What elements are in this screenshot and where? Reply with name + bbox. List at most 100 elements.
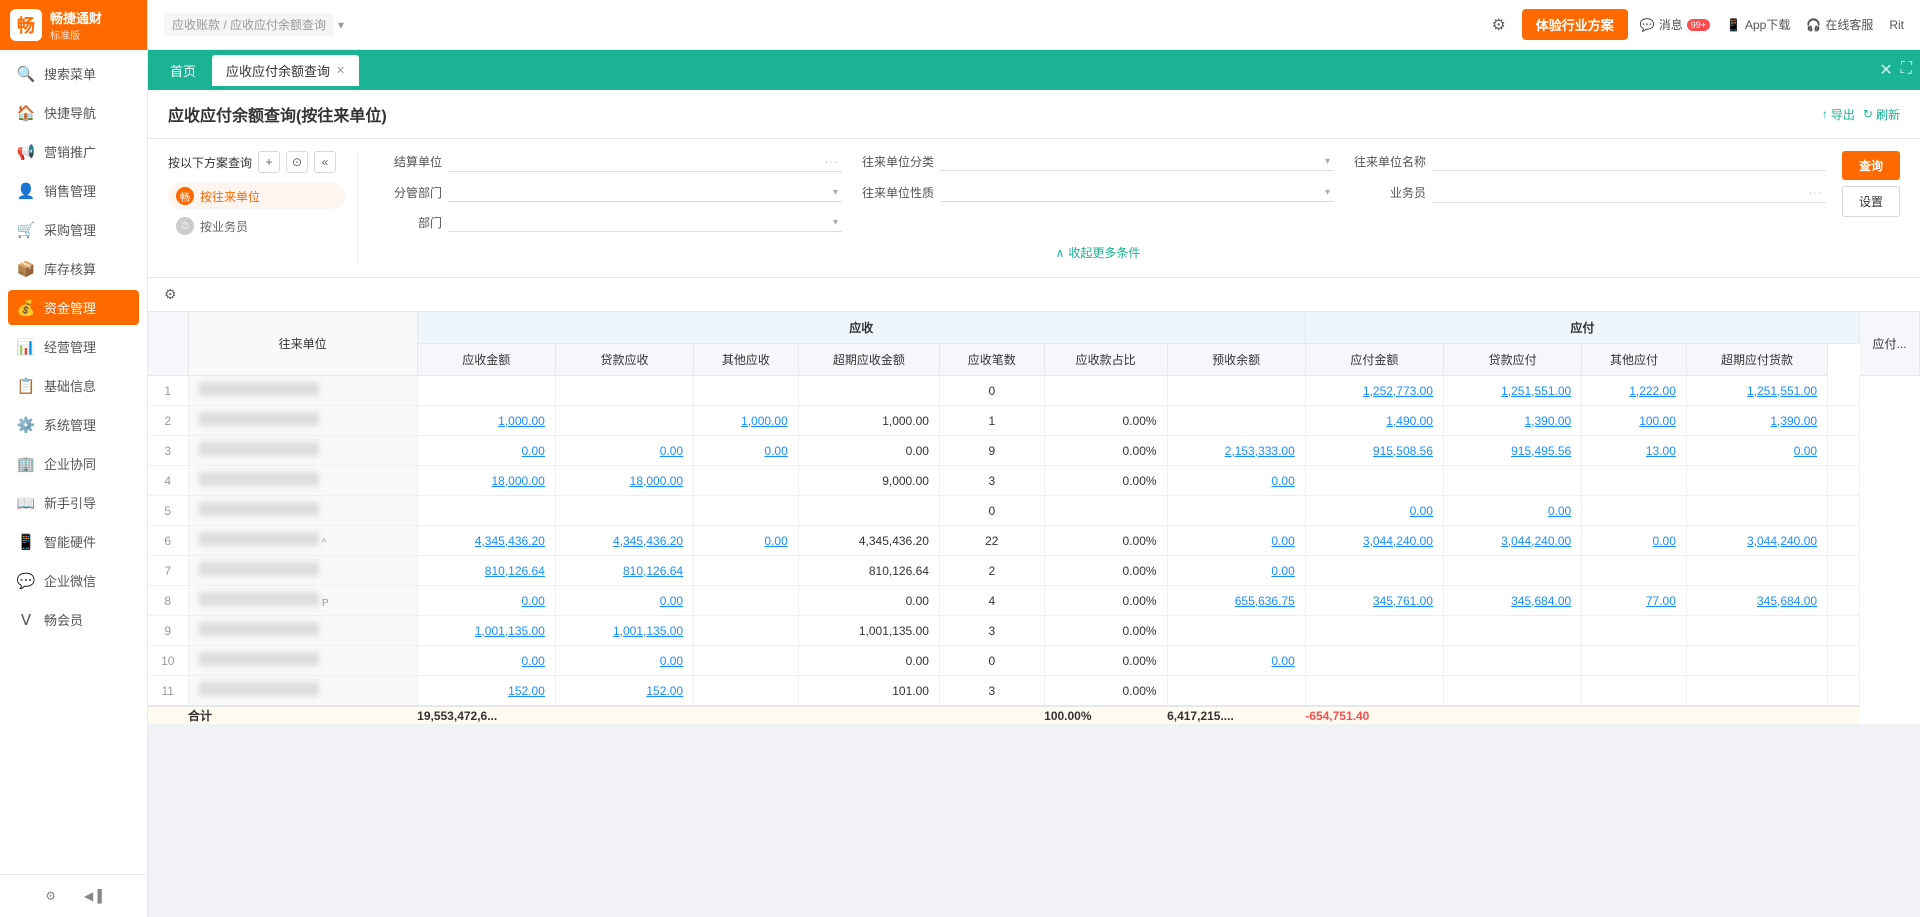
cell-ap-other[interactable] [1582, 496, 1687, 526]
cell-ap-amount[interactable]: 0.00 [1305, 496, 1443, 526]
tab-ar-query[interactable]: 应收应付余额查询 ✕ [212, 55, 359, 86]
cell-ar-other[interactable] [694, 676, 799, 707]
division-dept-field[interactable] [452, 185, 833, 199]
cell-ar-loan[interactable]: 1,001,135.00 [555, 616, 693, 646]
partner-nature-input[interactable]: ▾ [940, 183, 1334, 202]
cell-ar-loan[interactable]: 4,345,436.20 [555, 526, 693, 556]
partner-category-input[interactable]: ▾ [940, 152, 1334, 171]
division-dept-input[interactable]: ▾ [448, 183, 842, 202]
cell-ar-loan[interactable]: 0.00 [555, 646, 693, 676]
cell-ap-amount[interactable]: 345,761.00 [1305, 586, 1443, 616]
cell-ap-loan[interactable]: 3,044,240.00 [1443, 526, 1581, 556]
cell-ar-other[interactable] [694, 496, 799, 526]
partner-category-field[interactable] [944, 154, 1325, 168]
dept-input[interactable]: ▾ [448, 213, 842, 232]
cell-ar-amount[interactable]: 1,001,135.00 [417, 616, 555, 646]
dept-field[interactable] [452, 215, 833, 229]
cell-ar-prepay[interactable] [1167, 496, 1305, 526]
query-button[interactable]: 查询 [1842, 151, 1900, 180]
cell-ap-amount[interactable] [1305, 466, 1443, 496]
cell-ap-other[interactable] [1582, 556, 1687, 586]
cell-ap-overdue[interactable] [1686, 466, 1827, 496]
sidebar-item-weixin[interactable]: 💬 企业微信 [0, 561, 147, 600]
cell-ar-prepay[interactable]: 0.00 [1167, 526, 1305, 556]
cell-ap-overdue[interactable]: 0.00 [1686, 436, 1827, 466]
cell-ap-amount[interactable]: 1,490.00 [1305, 406, 1443, 436]
cell-ap-amount[interactable]: 3,044,240.00 [1305, 526, 1443, 556]
cell-ap-loan[interactable] [1443, 616, 1581, 646]
scheme-by-partner[interactable]: 畅 按往来单位 [168, 183, 345, 209]
cell-ap-other[interactable]: 13.00 [1582, 436, 1687, 466]
cell-ap-overdue[interactable] [1686, 556, 1827, 586]
cell-ap-overdue[interactable]: 3,044,240.00 [1686, 526, 1827, 556]
tab-home[interactable]: 首页 [156, 55, 210, 86]
refresh-button[interactable]: ↻ 刷新 [1863, 106, 1900, 123]
cell-ap-other[interactable]: 1,222.00 [1582, 376, 1687, 406]
footer-ar-amount[interactable]: 19,553,472,6... [417, 706, 555, 724]
cell-ar-other[interactable] [694, 376, 799, 406]
cell-ap-loan[interactable] [1443, 646, 1581, 676]
cell-ar-amount[interactable]: 152.00 [417, 676, 555, 707]
tabbar-expand-btn[interactable]: ⛶ [1901, 60, 1912, 80]
cell-ar-prepay[interactable]: 0.00 [1167, 466, 1305, 496]
cell-ap-amount[interactable]: 1,252,773.00 [1305, 376, 1443, 406]
online-service-button[interactable]: 🎧 在线客服 [1806, 16, 1873, 33]
promo-button[interactable]: 体验行业方案 [1522, 9, 1628, 40]
sidebar-item-finance[interactable]: 💰 资金管理 [8, 290, 139, 325]
cell-ap-loan[interactable] [1443, 676, 1581, 707]
partner-name-field[interactable] [1436, 154, 1822, 168]
message-button[interactable]: 💬 消息 99+ [1640, 16, 1710, 33]
cell-ar-prepay[interactable] [1167, 406, 1305, 436]
cell-ap-loan[interactable]: 915,495.56 [1443, 436, 1581, 466]
jiesuan-field[interactable] [452, 154, 824, 168]
sidebar-collapse-btn[interactable]: ◀▐ [74, 883, 112, 909]
cell-ap-amount[interactable] [1305, 616, 1443, 646]
salesperson-field[interactable] [1436, 185, 1808, 199]
table-settings-icon[interactable]: ⚙ [164, 286, 177, 303]
partner-name-input[interactable] [1432, 152, 1826, 171]
cell-ap-loan[interactable]: 1,390.00 [1443, 406, 1581, 436]
cell-ar-amount[interactable]: 18,000.00 [417, 466, 555, 496]
cell-ar-amount[interactable] [417, 496, 555, 526]
cell-ap-other[interactable] [1582, 676, 1687, 707]
export-button[interactable]: ↑ 导出 [1822, 106, 1855, 123]
cell-ap-other[interactable] [1582, 616, 1687, 646]
sidebar-item-enterprise[interactable]: 🏢 企业协同 [0, 444, 147, 483]
filter-add-btn[interactable]: + [258, 151, 280, 173]
settings-button[interactable]: 设置 [1842, 186, 1900, 217]
cell-ap-amount[interactable] [1305, 556, 1443, 586]
cell-ap-other[interactable]: 0.00 [1582, 526, 1687, 556]
cell-ar-loan[interactable]: 810,126.64 [555, 556, 693, 586]
cell-ar-other[interactable]: 0.00 [694, 526, 799, 556]
cell-ar-other[interactable] [694, 556, 799, 586]
cell-ar-other[interactable]: 1,000.00 [694, 406, 799, 436]
cell-ap-other[interactable]: 100.00 [1582, 406, 1687, 436]
cell-ap-overdue[interactable] [1686, 496, 1827, 526]
sidebar-item-inventory[interactable]: 📦 库存核算 [0, 249, 147, 288]
cell-ap-overdue[interactable]: 345,684.00 [1686, 586, 1827, 616]
collapse-button[interactable]: ∧ 收起更多条件 [1056, 244, 1141, 261]
cell-ap-loan[interactable] [1443, 466, 1581, 496]
header-settings-btn[interactable]: ⚙ [1487, 11, 1509, 39]
cell-ap-loan[interactable]: 0.00 [1443, 496, 1581, 526]
sidebar-item-basic[interactable]: 📋 基础信息 [0, 366, 147, 405]
cell-ar-prepay[interactable]: 0.00 [1167, 646, 1305, 676]
app-download-button[interactable]: 📱 App下载 [1726, 16, 1790, 33]
partner-nature-field[interactable] [944, 185, 1325, 199]
cell-ar-amount[interactable]: 1,000.00 [417, 406, 555, 436]
cell-ar-prepay[interactable]: 2,153,333.00 [1167, 436, 1305, 466]
cell-ap-overdue[interactable]: 1,251,551.00 [1686, 376, 1827, 406]
cell-ap-amount[interactable] [1305, 646, 1443, 676]
jiesuan-input[interactable]: ··· [448, 151, 842, 172]
user-profile[interactable]: Rit [1889, 18, 1904, 32]
sidebar-settings-btn[interactable]: ⚙ [35, 883, 66, 909]
cell-ar-amount[interactable]: 0.00 [417, 436, 555, 466]
filter-collapse-btn[interactable]: « [314, 151, 336, 173]
cell-ap-overdue[interactable] [1686, 616, 1827, 646]
cell-ap-overdue[interactable] [1686, 646, 1827, 676]
cell-ar-prepay[interactable]: 0.00 [1167, 556, 1305, 586]
cell-ap-amount[interactable]: 915,508.56 [1305, 436, 1443, 466]
salesperson-dots-icon[interactable]: ··· [1808, 184, 1822, 200]
cell-ar-loan[interactable]: 0.00 [555, 586, 693, 616]
sidebar-item-hardware[interactable]: 📱 智能硬件 [0, 522, 147, 561]
